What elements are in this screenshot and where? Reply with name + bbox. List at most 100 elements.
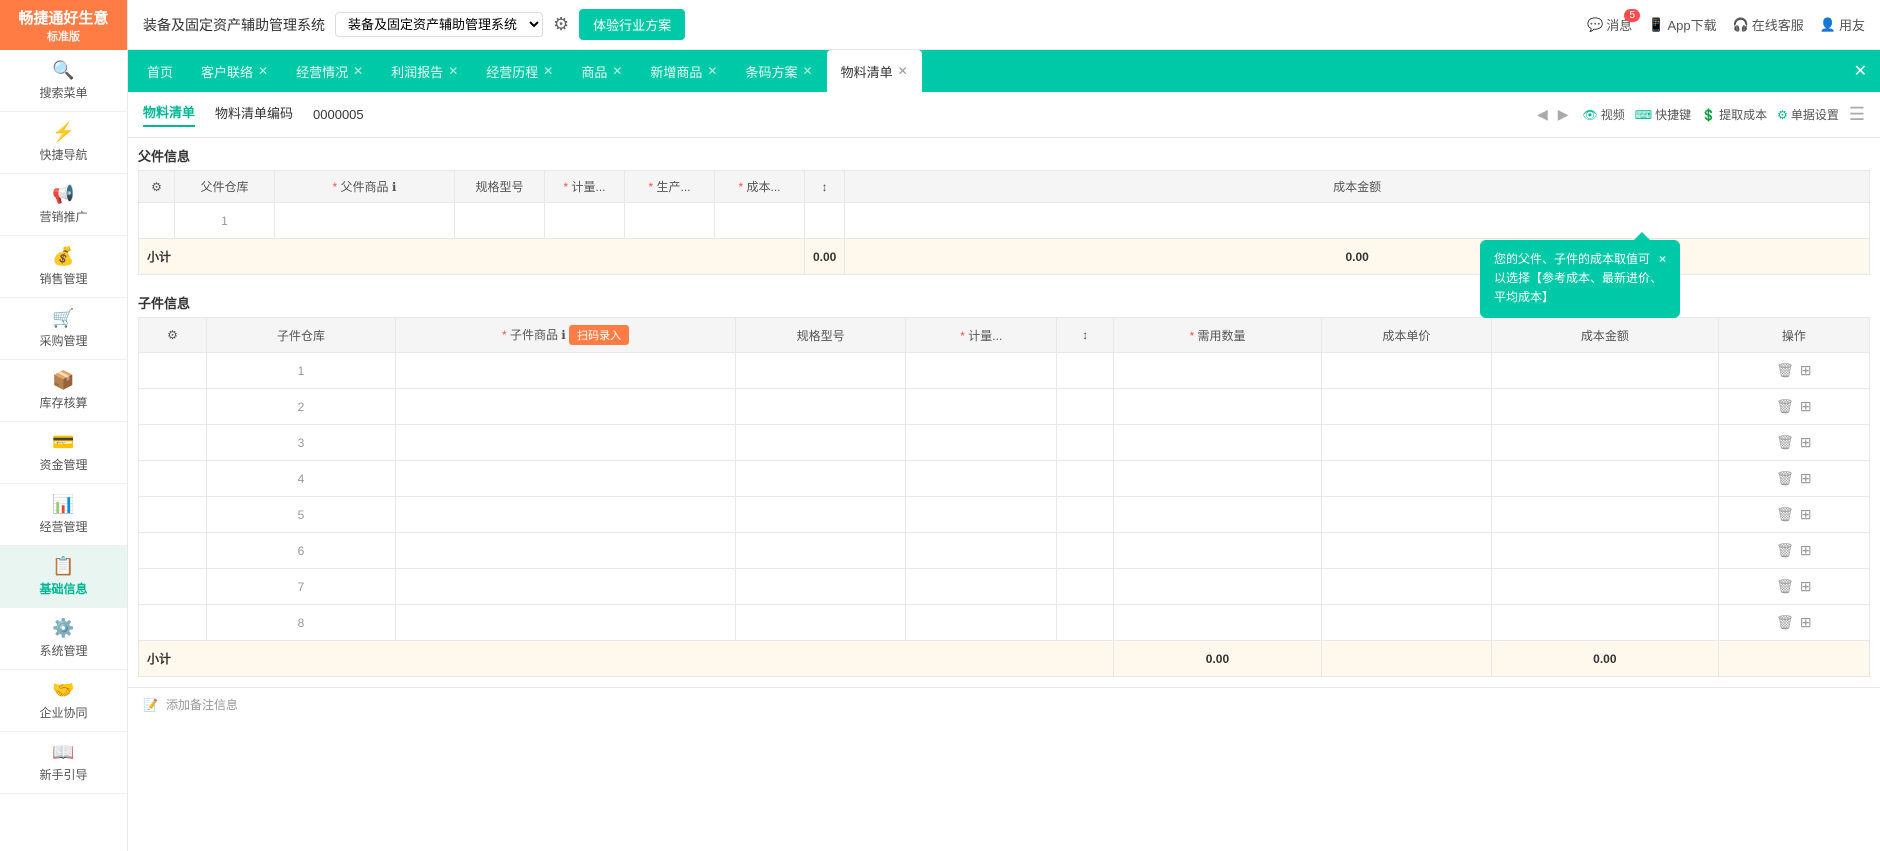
parent-row-prod[interactable] bbox=[625, 203, 715, 239]
menu-icon[interactable]: ☰ bbox=[1849, 104, 1865, 125]
sidebar-item-finance[interactable]: 💳资金管理 bbox=[0, 422, 127, 484]
delete-row-5-icon[interactable]: 🗑 bbox=[1776, 506, 1794, 523]
nav-tab-barcode[interactable]: 条码方案 ✕ bbox=[731, 50, 826, 92]
sidebar-item-sales[interactable]: 💰销售管理 bbox=[0, 236, 127, 298]
cost-action[interactable]: 💲 提取成本 bbox=[1701, 106, 1767, 123]
app-download-button[interactable]: 📱 App下载 bbox=[1648, 15, 1716, 34]
close-tab-bom-icon[interactable]: ✕ bbox=[898, 64, 908, 78]
child-row-product-2[interactable] bbox=[395, 389, 735, 425]
child-row-spec-5[interactable] bbox=[736, 497, 906, 533]
parent-row-spec[interactable] bbox=[455, 203, 545, 239]
child-row-unit-7[interactable] bbox=[906, 569, 1057, 605]
child-row-product-5[interactable] bbox=[395, 497, 735, 533]
system-select[interactable]: 装备及固定资产辅助管理系统 bbox=[335, 12, 543, 37]
child-row-unit-cost-1[interactable] bbox=[1321, 353, 1491, 389]
tab-bom-list[interactable]: 物料清单 bbox=[143, 102, 195, 127]
child-row-unit-cost-3[interactable] bbox=[1321, 425, 1491, 461]
child-row-spec-4[interactable] bbox=[736, 461, 906, 497]
copy-row-6-icon[interactable]: ⊞ bbox=[1800, 542, 1812, 559]
nav-tab-home[interactable]: 首页 bbox=[133, 50, 187, 92]
child-row-unit-cost-8[interactable] bbox=[1321, 605, 1491, 641]
child-row-qty-7[interactable] bbox=[1114, 569, 1322, 605]
child-row-unit-8[interactable] bbox=[906, 605, 1057, 641]
sidebar-item-operations[interactable]: 📊经营管理 bbox=[0, 484, 127, 546]
child-row-qty-2[interactable] bbox=[1114, 389, 1322, 425]
close-tab-goods-icon[interactable]: ✕ bbox=[612, 64, 622, 78]
sidebar-item-inventory[interactable]: 📦库存核算 bbox=[0, 360, 127, 422]
child-row-product-3[interactable] bbox=[395, 425, 735, 461]
delete-row-6-icon[interactable]: 🗑 bbox=[1776, 542, 1794, 559]
sidebar-item-marketing[interactable]: 📢营销推广 bbox=[0, 174, 127, 236]
sidebar-item-cooperation[interactable]: 🤝企业协同 bbox=[0, 670, 127, 732]
copy-row-3-icon[interactable]: ⊞ bbox=[1800, 434, 1812, 451]
delete-row-1-icon[interactable]: 🗑 bbox=[1776, 362, 1794, 379]
child-row-qty-8[interactable] bbox=[1114, 605, 1322, 641]
sidebar-item-quick-nav[interactable]: ⚡快捷导航 bbox=[0, 112, 127, 174]
copy-row-8-icon[interactable]: ⊞ bbox=[1800, 614, 1812, 631]
sidebar-item-basic[interactable]: 📋基础信息 bbox=[0, 546, 127, 608]
child-row-unit-3[interactable] bbox=[906, 425, 1057, 461]
copy-row-4-icon[interactable]: ⊞ bbox=[1800, 470, 1812, 487]
nav-tab-new-goods[interactable]: 新增商品 ✕ bbox=[636, 50, 731, 92]
child-row-unit-cost-7[interactable] bbox=[1321, 569, 1491, 605]
sidebar-item-purchase[interactable]: 🛒采购管理 bbox=[0, 298, 127, 360]
close-tab-new-goods-icon[interactable]: ✕ bbox=[707, 64, 717, 78]
sidebar-item-guide[interactable]: 📖新手引导 bbox=[0, 732, 127, 794]
child-row-unit-cost-5[interactable] bbox=[1321, 497, 1491, 533]
child-row-unit-cost-4[interactable] bbox=[1321, 461, 1491, 497]
child-row-qty-1[interactable] bbox=[1114, 353, 1322, 389]
child-row-unit-2[interactable] bbox=[906, 389, 1057, 425]
child-row-unit-1[interactable] bbox=[906, 353, 1057, 389]
nav-tab-bom[interactable]: 物料清单 ✕ bbox=[827, 50, 922, 92]
child-row-product-6[interactable] bbox=[395, 533, 735, 569]
sidebar-item-search[interactable]: 🔍搜索菜单 bbox=[0, 50, 127, 112]
child-row-product-1[interactable] bbox=[395, 353, 735, 389]
delete-row-8-icon[interactable]: 🗑 bbox=[1776, 614, 1794, 631]
message-button[interactable]: 💬 消息 5 bbox=[1587, 15, 1632, 34]
close-all-tabs-icon[interactable]: ✕ bbox=[1846, 61, 1875, 81]
parent-col-gear[interactable]: ⚙ bbox=[139, 171, 175, 203]
child-row-unit-cost-6[interactable] bbox=[1321, 533, 1491, 569]
child-row-spec-3[interactable] bbox=[736, 425, 906, 461]
copy-row-5-icon[interactable]: ⊞ bbox=[1800, 506, 1812, 523]
close-tab-profit-icon[interactable]: ✕ bbox=[448, 64, 458, 78]
child-row-qty-6[interactable] bbox=[1114, 533, 1322, 569]
child-row-spec-8[interactable] bbox=[736, 605, 906, 641]
nav-tab-customer[interactable]: 客户联络 ✕ bbox=[187, 50, 282, 92]
nav-tab-profit[interactable]: 利润报告 ✕ bbox=[377, 50, 472, 92]
copy-row-7-icon[interactable]: ⊞ bbox=[1800, 578, 1812, 595]
child-row-product-7[interactable] bbox=[395, 569, 735, 605]
user-button[interactable]: 👤 用友 bbox=[1820, 15, 1865, 34]
sidebar-item-system[interactable]: ⚙️系统管理 bbox=[0, 608, 127, 670]
delete-row-2-icon[interactable]: 🗑 bbox=[1776, 398, 1794, 415]
delete-row-7-icon[interactable]: 🗑 bbox=[1776, 578, 1794, 595]
close-tab-barcode-icon[interactable]: ✕ bbox=[803, 64, 813, 78]
child-row-spec-6[interactable] bbox=[736, 533, 906, 569]
child-row-unit-cost-2[interactable] bbox=[1321, 389, 1491, 425]
shortcut-action[interactable]: ⌨ 快捷键 bbox=[1635, 106, 1691, 123]
nav-tab-goods[interactable]: 商品 ✕ bbox=[567, 50, 636, 92]
child-row-product-8[interactable] bbox=[395, 605, 735, 641]
tooltip-close-button[interactable]: × bbox=[1659, 250, 1666, 269]
child-row-qty-3[interactable] bbox=[1114, 425, 1322, 461]
close-tab-customer-icon[interactable]: ✕ bbox=[258, 64, 268, 78]
delete-row-4-icon[interactable]: 🗑 bbox=[1776, 470, 1794, 487]
nav-tab-history[interactable]: 经营历程 ✕ bbox=[472, 50, 567, 92]
copy-row-2-icon[interactable]: ⊞ bbox=[1800, 398, 1812, 415]
settings-action[interactable]: ⚙ 单据设置 bbox=[1777, 106, 1839, 123]
child-col-gear[interactable]: ⚙ bbox=[139, 318, 207, 353]
bottom-hint[interactable]: 📝 添加备注信息 bbox=[128, 687, 1880, 721]
parent-row-product[interactable] bbox=[275, 203, 455, 239]
child-row-spec-7[interactable] bbox=[736, 569, 906, 605]
child-row-unit-5[interactable] bbox=[906, 497, 1057, 533]
next-arrow[interactable]: ▶ bbox=[1554, 104, 1573, 125]
child-row-unit-4[interactable] bbox=[906, 461, 1057, 497]
scan-input-button[interactable]: 扫码录入 bbox=[569, 325, 629, 345]
child-row-spec-1[interactable] bbox=[736, 353, 906, 389]
child-row-spec-2[interactable] bbox=[736, 389, 906, 425]
close-tab-history-icon[interactable]: ✕ bbox=[543, 64, 553, 78]
close-tab-business-icon[interactable]: ✕ bbox=[353, 64, 363, 78]
child-row-qty-4[interactable] bbox=[1114, 461, 1322, 497]
parent-row-unit[interactable] bbox=[545, 203, 625, 239]
gear-icon[interactable]: ⚙ bbox=[553, 14, 569, 35]
